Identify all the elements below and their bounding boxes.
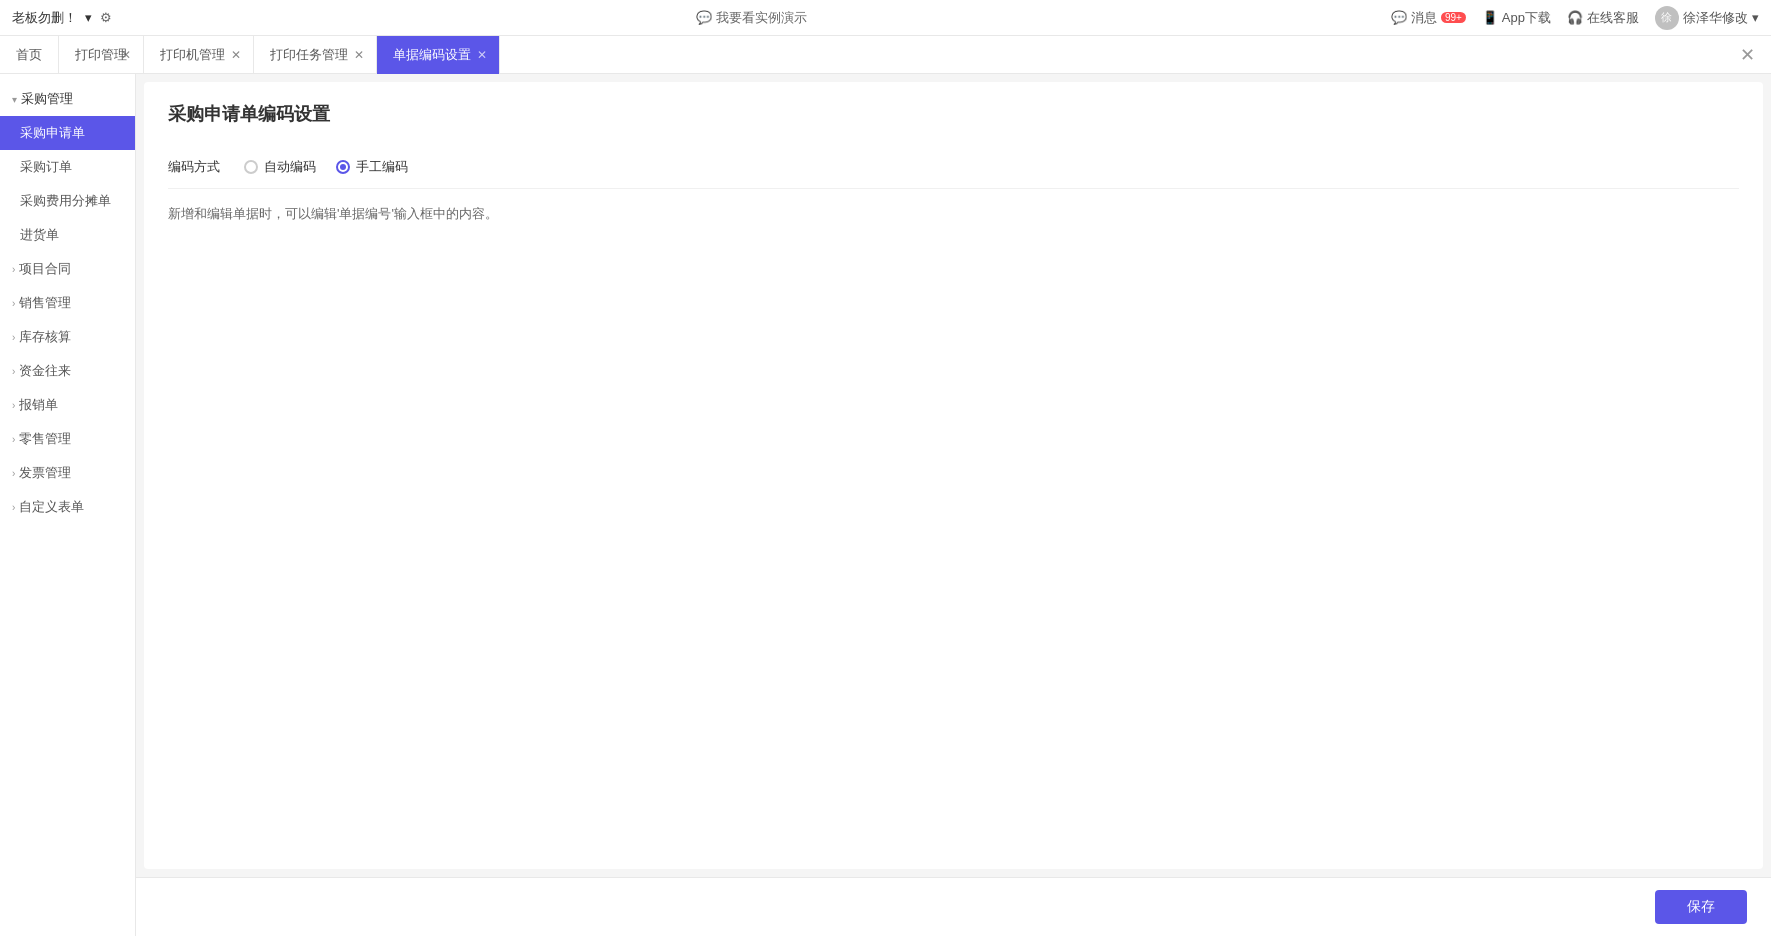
tab-print-task-label: 打印任务管理 xyxy=(270,46,348,64)
top-bar-center[interactable]: 💬 我要看实例演示 xyxy=(696,9,807,27)
sidebar-item-project-contract[interactable]: › 项目合同 xyxy=(0,252,135,286)
online-service-item[interactable]: 🎧 在线客服 xyxy=(1567,9,1639,27)
auto-code-option[interactable]: 自动编码 xyxy=(244,158,316,176)
app-download-item[interactable]: 📱 App下载 xyxy=(1482,9,1551,27)
sidebar-item-invoice[interactable]: › 发票管理 xyxy=(0,456,135,490)
sidebar-item-purchase-expense-label: 采购费用分摊单 xyxy=(20,193,111,208)
chat-icon: 💬 xyxy=(696,10,712,25)
content-inner: 采购申请单编码设置 编码方式 自动编码 手工编码 新增和编辑单据时，可以编辑'单… xyxy=(144,82,1763,869)
manual-code-radio[interactable] xyxy=(336,160,350,174)
top-bar: 老板勿删！ ▾ ⚙ 💬 我要看实例演示 💬 消息 99+ 📱 App下载 🎧 在… xyxy=(0,0,1771,36)
app-download-label: App下载 xyxy=(1502,9,1551,27)
notification-item[interactable]: 💬 消息 99+ xyxy=(1391,9,1466,27)
sidebar-group-purchase: ▾ 采购管理 采购申请单 采购订单 采购费用分摊单 进货单 xyxy=(0,82,135,252)
tab-printer-management[interactable]: 打印机管理 ✕ xyxy=(144,36,254,74)
purchase-group-label: 采购管理 xyxy=(21,90,73,108)
collapsed-icon-6: › xyxy=(12,434,15,445)
tab-home-label: 首页 xyxy=(16,46,42,64)
collapsed-icon-8: › xyxy=(12,502,15,513)
sidebar-group-purchase-title[interactable]: ▾ 采购管理 xyxy=(0,82,135,116)
auto-code-label: 自动编码 xyxy=(264,158,316,176)
user-name: 徐泽华修改 xyxy=(1683,9,1748,27)
sidebar-item-stock-in[interactable]: 进货单 xyxy=(0,218,135,252)
page-title: 采购申请单编码设置 xyxy=(168,102,1739,126)
sidebar-item-inventory[interactable]: › 库存核算 xyxy=(0,320,135,354)
tab-code-setting-label: 单据编码设置 xyxy=(393,46,471,64)
expand-icon: ▾ xyxy=(12,94,17,105)
finance-label: 资金往来 xyxy=(19,362,71,380)
collapsed-icon-3: › xyxy=(12,332,15,343)
top-bar-left: 老板勿删！ ▾ ⚙ xyxy=(12,9,112,27)
avatar: 徐 xyxy=(1655,6,1679,30)
collapsed-icon-1: › xyxy=(12,264,15,275)
app-download-icon: 📱 xyxy=(1482,10,1498,25)
sidebar-item-finance[interactable]: › 资金往来 xyxy=(0,354,135,388)
sidebar-item-retail[interactable]: › 零售管理 xyxy=(0,422,135,456)
top-bar-title: 老板勿删！ xyxy=(12,9,77,27)
radio-group: 自动编码 手工编码 xyxy=(244,158,408,176)
sidebar-item-expense-report[interactable]: › 报销单 xyxy=(0,388,135,422)
top-bar-right: 💬 消息 99+ 📱 App下载 🎧 在线客服 徐 徐泽华修改 ▾ xyxy=(1391,6,1759,30)
bottom-bar: 保存 xyxy=(136,877,1771,936)
invoice-label: 发票管理 xyxy=(19,464,71,482)
settings-icon[interactable]: ⚙ xyxy=(100,10,112,25)
tab-print-management-close[interactable]: ✕ xyxy=(121,49,131,61)
sidebar-item-custom-form[interactable]: › 自定义表单 xyxy=(0,490,135,524)
encoding-row: 编码方式 自动编码 手工编码 xyxy=(168,146,1739,189)
user-dropdown-icon: ▾ xyxy=(1752,10,1759,25)
tab-bar: 首页 打印管理 ✕ 打印机管理 ✕ 打印任务管理 ✕ 单据编码设置 ✕ ✕ xyxy=(0,36,1771,74)
content: 采购申请单编码设置 编码方式 自动编码 手工编码 新增和编辑单据时，可以编辑'单… xyxy=(136,74,1771,936)
expense-report-label: 报销单 xyxy=(19,396,58,414)
manual-code-label: 手工编码 xyxy=(356,158,408,176)
tab-print-management[interactable]: 打印管理 ✕ xyxy=(59,36,144,74)
tab-print-task-close[interactable]: ✕ xyxy=(354,49,364,61)
tab-home[interactable]: 首页 xyxy=(0,36,59,74)
tab-code-setting-close[interactable]: ✕ xyxy=(477,49,487,61)
manual-code-option[interactable]: 手工编码 xyxy=(336,158,408,176)
sales-label: 销售管理 xyxy=(19,294,71,312)
retail-label: 零售管理 xyxy=(19,430,71,448)
save-button[interactable]: 保存 xyxy=(1655,890,1747,924)
tab-code-setting[interactable]: 单据编码设置 ✕ xyxy=(377,36,500,74)
tab-printer-management-close[interactable]: ✕ xyxy=(231,49,241,61)
sidebar-item-sales[interactable]: › 销售管理 xyxy=(0,286,135,320)
sidebar-item-purchase-request[interactable]: 采购申请单 xyxy=(0,116,135,150)
dropdown-icon[interactable]: ▾ xyxy=(85,10,92,25)
headset-icon: 🎧 xyxy=(1567,10,1583,25)
center-text: 我要看实例演示 xyxy=(716,9,807,27)
auto-code-radio[interactable] xyxy=(244,160,258,174)
inventory-label: 库存核算 xyxy=(19,328,71,346)
sidebar-item-purchase-expense[interactable]: 采购费用分摊单 xyxy=(0,184,135,218)
sidebar-item-purchase-order-label: 采购订单 xyxy=(20,159,72,174)
collapsed-icon-5: › xyxy=(12,400,15,411)
notification-icon: 💬 xyxy=(1391,10,1407,25)
encoding-label: 编码方式 xyxy=(168,158,228,176)
online-service-label: 在线客服 xyxy=(1587,9,1639,27)
collapsed-icon-7: › xyxy=(12,468,15,479)
notification-label: 消息 xyxy=(1411,9,1437,27)
tab-print-management-label: 打印管理 xyxy=(75,46,127,64)
notification-badge: 99+ xyxy=(1441,12,1466,23)
user-item[interactable]: 徐 徐泽华修改 ▾ xyxy=(1655,6,1759,30)
collapsed-icon-2: › xyxy=(12,298,15,309)
sidebar-item-purchase-request-label: 采购申请单 xyxy=(20,125,85,140)
tab-print-task[interactable]: 打印任务管理 ✕ xyxy=(254,36,377,74)
hint-text: 新增和编辑单据时，可以编辑'单据编号'输入框中的内容。 xyxy=(168,205,1739,223)
custom-form-label: 自定义表单 xyxy=(19,498,84,516)
collapsed-icon-4: › xyxy=(12,366,15,377)
tab-printer-management-label: 打印机管理 xyxy=(160,46,225,64)
sidebar: ▾ 采购管理 采购申请单 采购订单 采购费用分摊单 进货单 › 项目合同 › 销… xyxy=(0,74,136,936)
sidebar-item-stock-in-label: 进货单 xyxy=(20,227,59,242)
main-layout: ▾ 采购管理 采购申请单 采购订单 采购费用分摊单 进货单 › 项目合同 › 销… xyxy=(0,74,1771,936)
project-contract-label: 项目合同 xyxy=(19,260,71,278)
sidebar-item-purchase-order[interactable]: 采购订单 xyxy=(0,150,135,184)
tab-bar-close-all[interactable]: ✕ xyxy=(1724,44,1771,66)
